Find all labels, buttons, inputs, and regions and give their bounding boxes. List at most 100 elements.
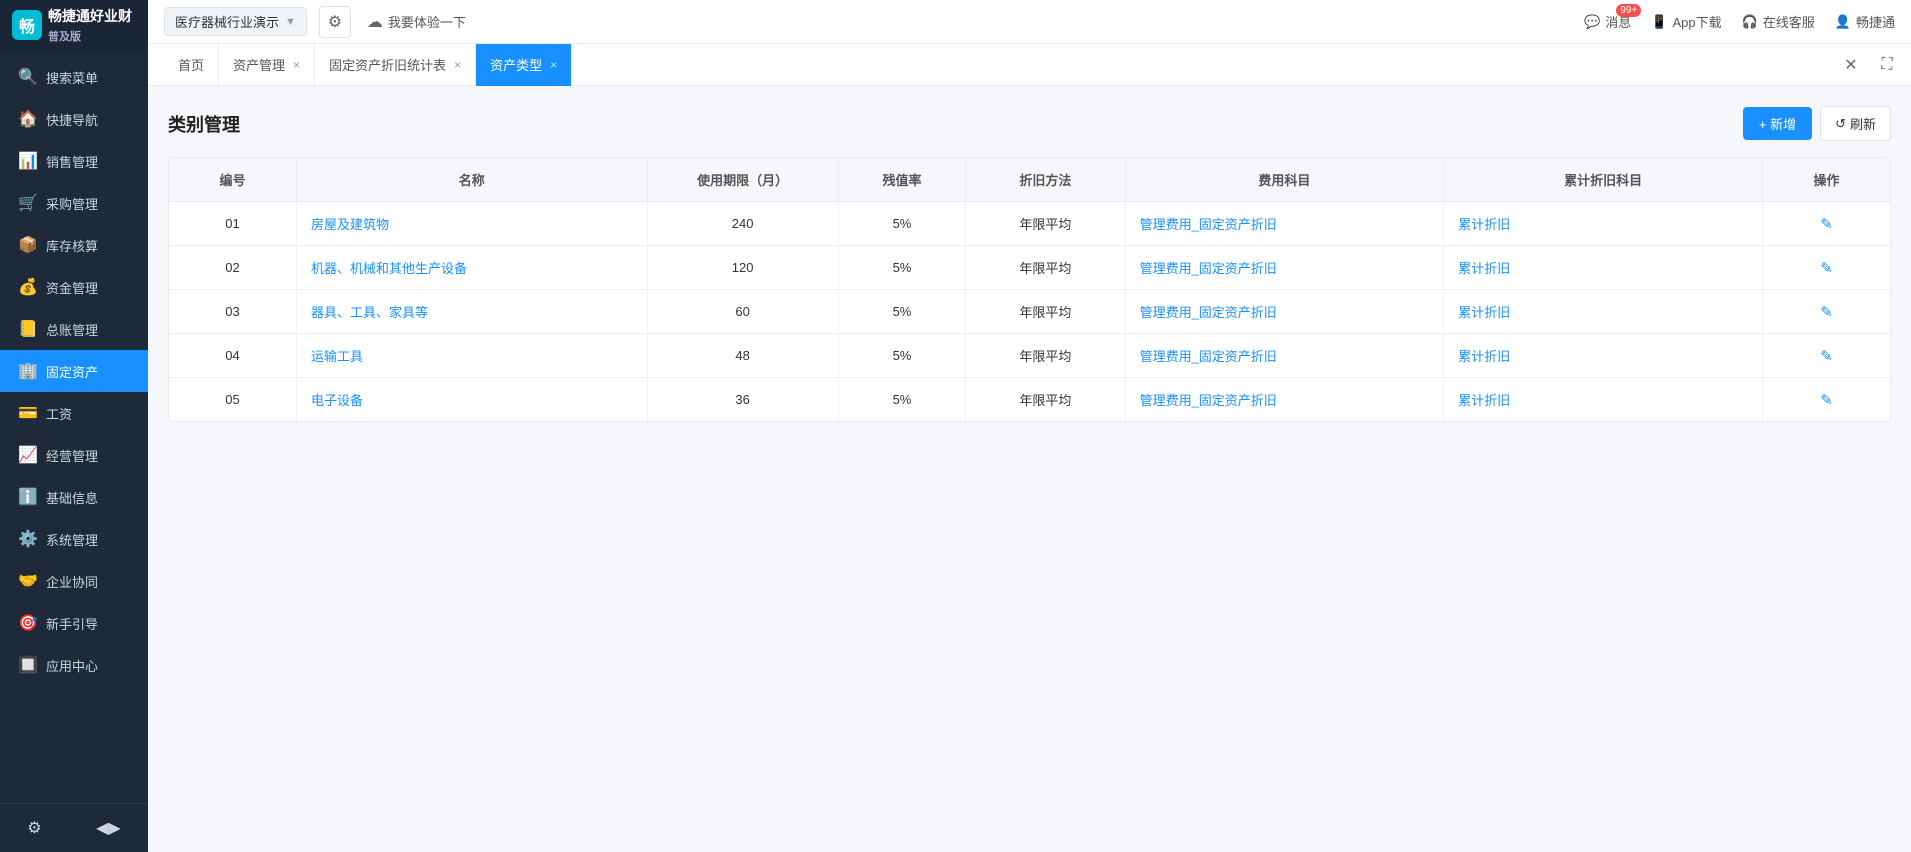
refresh-icon: ↺: [1835, 116, 1846, 132]
sidebar-item-guide[interactable]: 🎯 新手引导: [0, 602, 148, 644]
basic-info-icon: ℹ️: [18, 487, 36, 507]
tab-fullscreen-button[interactable]: ⛶: [1871, 49, 1903, 81]
tab-asset-type-label: 资产类型: [490, 55, 542, 74]
operations-icon: 📈: [18, 445, 36, 465]
sidebar-item-ledger[interactable]: 📒 总账管理: [0, 308, 148, 350]
sidebar-item-label: 快捷导航: [46, 110, 98, 129]
sidebar-item-sales[interactable]: 📊 销售管理: [0, 140, 148, 182]
tab-asset-management-close[interactable]: ×: [293, 59, 300, 71]
cell-method: 年限平均: [966, 378, 1125, 422]
system-icon: ⚙️: [18, 529, 36, 549]
cell-period: 240: [647, 202, 838, 246]
tab-home[interactable]: 首页: [164, 44, 219, 86]
col-header-period: 使用期限（月）: [647, 158, 838, 202]
cell-accum: 累计折旧: [1444, 246, 1763, 290]
sidebar-item-operations[interactable]: 📈 经营管理: [0, 434, 148, 476]
main-area: 医疗器械行业演示 ▼ ⚙ ☁ 我要体验一下 💬 消息 99+ 📱 App下载 🎧…: [148, 0, 1911, 852]
cell-name: 器具、工具、家具等: [296, 290, 647, 334]
message-button[interactable]: 💬 消息 99+: [1584, 12, 1631, 31]
sidebar-item-label: 应用中心: [46, 656, 98, 675]
new-button[interactable]: + 新增: [1743, 107, 1812, 140]
page-header: 类别管理 + 新增 ↺ 刷新: [168, 106, 1891, 141]
refresh-button[interactable]: ↺ 刷新: [1820, 106, 1891, 141]
online-service-button[interactable]: 🎧 在线客服: [1742, 12, 1815, 31]
cell-code: 05: [169, 378, 296, 422]
cell-accum: 累计折旧: [1444, 378, 1763, 422]
sidebar-item-enterprise[interactable]: 🤝 企业协同: [0, 560, 148, 602]
cell-residual: 5%: [838, 290, 965, 334]
app-center-icon: 🔲: [18, 655, 36, 675]
content-area: 类别管理 + 新增 ↺ 刷新 编号 名称: [148, 86, 1911, 852]
sidebar-item-purchase[interactable]: 🛒 采购管理: [0, 182, 148, 224]
cell-name: 运输工具: [296, 334, 647, 378]
tab-asset-management-label: 资产管理: [233, 55, 285, 74]
sidebar-item-app-center[interactable]: 🔲 应用中心: [0, 644, 148, 686]
table-row: 01 房屋及建筑物 240 5% 年限平均 管理费用_固定资产折旧 累计折旧 ✎: [169, 202, 1890, 246]
sidebar-item-capital[interactable]: 💰 资金管理: [0, 266, 148, 308]
cloud-icon: ☁: [367, 12, 383, 32]
cell-action: ✎: [1762, 202, 1890, 246]
sidebar-footer: ⚙ ◀▶: [0, 803, 148, 852]
cell-name: 房屋及建筑物: [296, 202, 647, 246]
tab-asset-management[interactable]: 资产管理 ×: [219, 44, 315, 86]
gear-icon: ⚙: [328, 12, 342, 32]
topbar-settings-button[interactable]: ⚙: [319, 6, 351, 38]
cell-code: 03: [169, 290, 296, 334]
col-header-accum: 累计折旧科目: [1444, 158, 1763, 202]
tab-depreciation-label: 固定资产折旧统计表: [329, 55, 446, 74]
sidebar-item-inventory[interactable]: 📦 库存核算: [0, 224, 148, 266]
tab-close-all-button[interactable]: ✕: [1835, 49, 1867, 81]
cell-residual: 5%: [838, 202, 965, 246]
app-label: App下载: [1672, 12, 1721, 31]
edit-button[interactable]: ✎: [1820, 216, 1833, 233]
data-table: 编号 名称 使用期限（月） 残值率 折旧方法: [168, 157, 1891, 422]
cell-action: ✎: [1762, 290, 1890, 334]
sidebar-item-fixed-assets[interactable]: 🏢 固定资产: [0, 350, 148, 392]
sidebar-item-label: 经营管理: [46, 446, 98, 465]
sidebar-item-payroll[interactable]: 💳 工资: [0, 392, 148, 434]
tabbar-actions: ✕ ⛶: [1835, 49, 1911, 81]
col-header-code: 编号: [169, 158, 296, 202]
sidebar-settings-button[interactable]: ⚙: [21, 812, 47, 844]
tab-asset-type-close[interactable]: ×: [550, 59, 557, 71]
message-badge: 99+: [1616, 4, 1641, 17]
sidebar-item-search[interactable]: 🔍 搜索菜单: [0, 56, 148, 98]
cell-method: 年限平均: [966, 334, 1125, 378]
topbar: 医疗器械行业演示 ▼ ⚙ ☁ 我要体验一下 💬 消息 99+ 📱 App下载 🎧…: [148, 0, 1911, 44]
page-title: 类别管理: [168, 111, 240, 137]
sidebar-toggle-button[interactable]: ◀▶: [90, 812, 127, 844]
cell-expense: 管理费用_固定资产折旧: [1125, 202, 1444, 246]
edit-button[interactable]: ✎: [1820, 348, 1833, 365]
sidebar-item-system[interactable]: ⚙️ 系统管理: [0, 518, 148, 560]
sidebar-item-label: 库存核算: [46, 236, 98, 255]
user-icon: 👤: [1835, 14, 1851, 30]
cell-action: ✎: [1762, 378, 1890, 422]
edit-button[interactable]: ✎: [1820, 260, 1833, 277]
payroll-icon: 💳: [18, 403, 36, 423]
service-icon: 🎧: [1742, 14, 1758, 30]
workspace-name: 医疗器械行业演示: [175, 12, 279, 31]
experience-label: 我要体验一下: [388, 12, 466, 31]
purchase-icon: 🛒: [18, 193, 36, 213]
col-header-action: 操作: [1762, 158, 1890, 202]
tab-asset-type[interactable]: 资产类型 ×: [476, 44, 572, 86]
sidebar-item-quick-nav[interactable]: 🏠 快捷导航: [0, 98, 148, 140]
experience-button[interactable]: ☁ 我要体验一下: [367, 12, 466, 32]
cell-method: 年限平均: [966, 290, 1125, 334]
inventory-icon: 📦: [18, 235, 36, 255]
edit-button[interactable]: ✎: [1820, 304, 1833, 321]
sidebar-item-label: 系统管理: [46, 530, 98, 549]
tab-home-label: 首页: [178, 55, 204, 74]
workspace-selector[interactable]: 医疗器械行业演示 ▼: [164, 7, 307, 36]
app-download-button[interactable]: 📱 App下载: [1651, 12, 1721, 31]
refresh-label: 刷新: [1850, 114, 1876, 133]
cell-accum: 累计折旧: [1444, 334, 1763, 378]
tab-depreciation-close[interactable]: ×: [454, 59, 461, 71]
workspace-dropdown-icon: ▼: [285, 16, 296, 28]
tab-depreciation-table[interactable]: 固定资产折旧统计表 ×: [315, 44, 476, 86]
col-header-residual: 残值率: [838, 158, 965, 202]
sidebar-item-label: 资金管理: [46, 278, 98, 297]
sidebar-item-basic-info[interactable]: ℹ️ 基础信息: [0, 476, 148, 518]
edit-button[interactable]: ✎: [1820, 392, 1833, 409]
user-menu-button[interactable]: 👤 畅捷通: [1835, 12, 1895, 31]
